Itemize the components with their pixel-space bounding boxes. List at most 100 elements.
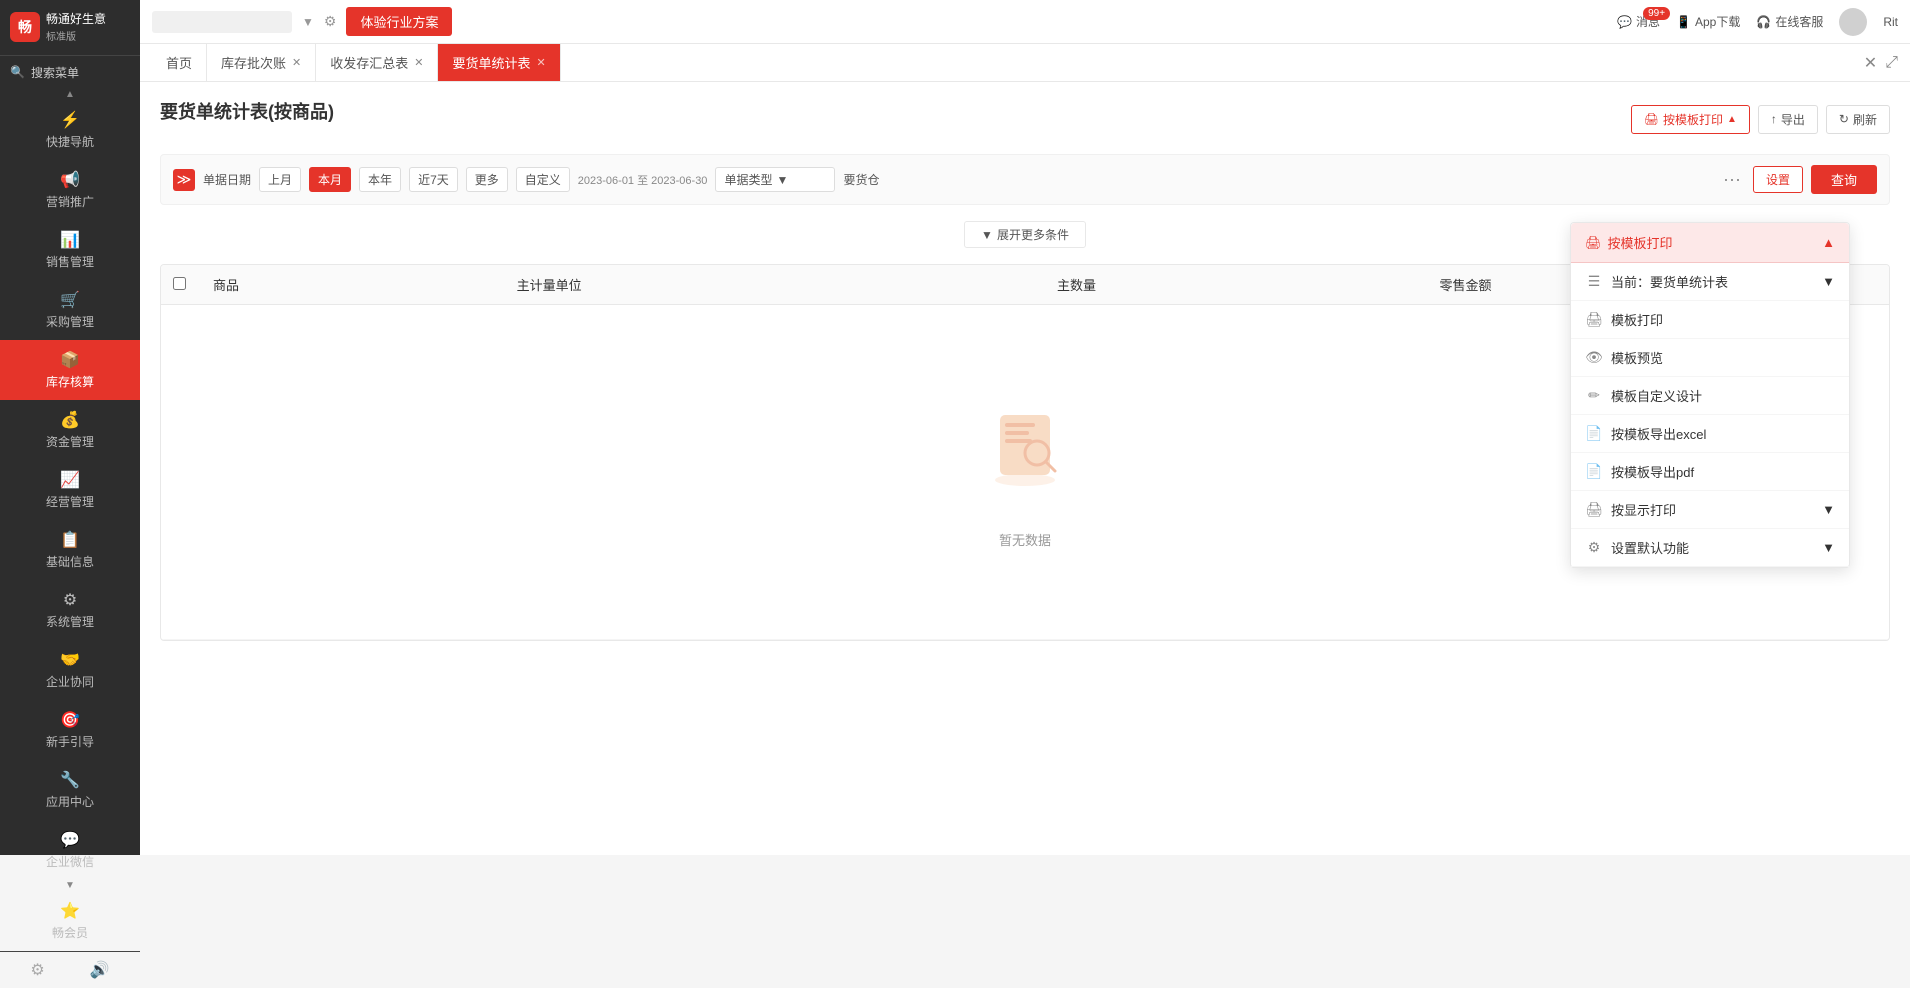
- type-filter-select[interactable]: 单据类型 ▼: [715, 167, 835, 192]
- topbar-gear-icon[interactable]: ⚙: [324, 13, 337, 30]
- date-btn-7days[interactable]: 近7天: [409, 167, 458, 192]
- search-icon: 🔍: [10, 65, 25, 79]
- query-button[interactable]: 查询: [1811, 165, 1877, 194]
- dropdown-item-default-func[interactable]: ⚙ 设置默认功能 ▼: [1571, 529, 1849, 567]
- col-quantity: 主数量: [1045, 265, 1428, 305]
- sidebar-item-purchase[interactable]: 🛒 采购管理: [0, 280, 140, 340]
- tab-inventory-batch-close[interactable]: ✕: [292, 56, 301, 69]
- sidebar-item-inventory[interactable]: 📦 库存核算: [0, 340, 140, 400]
- sidebar-item-basic[interactable]: 📋 基础信息: [0, 520, 140, 580]
- tab-receipt-summary-close[interactable]: ✕: [414, 56, 423, 69]
- sidebar-item-collab[interactable]: 🤝 企业协同: [0, 640, 140, 700]
- sidebar-item-system[interactable]: ⚙ 系统管理: [0, 580, 140, 640]
- app-download-link[interactable]: 📱 App下载: [1676, 13, 1740, 30]
- date-btn-this-month[interactable]: 本月: [309, 167, 351, 192]
- collab-icon: 🤝: [60, 650, 80, 670]
- trial-button[interactable]: 体验行业方案: [346, 7, 452, 36]
- tab-receipt-summary-label: 收发存汇总表: [330, 53, 408, 72]
- sidebar-item-guide-label: 新手引导: [46, 733, 94, 750]
- dropdown-item-template-design[interactable]: ✏ 模板自定义设计: [1571, 377, 1849, 415]
- basic-icon: 📋: [60, 530, 80, 550]
- sidebar-item-quicknav[interactable]: ⚡ 快捷导航: [0, 100, 140, 160]
- dropdown-item-export-excel[interactable]: 📄 按模板导出excel: [1571, 415, 1849, 453]
- col-checkbox: [161, 265, 201, 305]
- sidebar-item-wechat[interactable]: 💬 企业微信: [0, 820, 140, 880]
- more-actions-icon[interactable]: ···: [1719, 169, 1745, 190]
- sidebar-scroll-up[interactable]: ▲: [0, 89, 140, 100]
- dropdown-current-item[interactable]: ☰ 当前：要货单统计表 ▼: [1571, 263, 1849, 301]
- template-design-label: 模板自定义设计: [1611, 386, 1702, 405]
- print-template-button[interactable]: 🖨 按模板打印 ▲: [1631, 105, 1750, 134]
- online-service-link[interactable]: 🎧 在线客服: [1756, 13, 1823, 30]
- message-icon: 💬: [1617, 15, 1632, 29]
- sidebar-item-guide[interactable]: 🎯 新手引导: [0, 700, 140, 760]
- sidebar-item-member[interactable]: ⭐ 畅会员: [0, 891, 140, 951]
- settings-button[interactable]: 设置: [1753, 166, 1803, 193]
- sidebar-item-operation[interactable]: 📈 经营管理: [0, 460, 140, 520]
- message-button[interactable]: 💬 消息 99+: [1617, 13, 1660, 30]
- sidebar-item-apps[interactable]: 🔧 应用中心: [0, 760, 140, 820]
- date-btn-custom[interactable]: 自定义: [516, 167, 570, 192]
- filter-expand-button[interactable]: ≫: [173, 169, 195, 191]
- dropdown-item-template-print[interactable]: 🖨 模板打印: [1571, 301, 1849, 339]
- sidebar-footer: ⚙ 🔊: [0, 951, 140, 988]
- tab-order-summary-close[interactable]: ✕: [537, 56, 546, 69]
- print-dropdown-arrow: ▲: [1727, 114, 1737, 125]
- dropdown-header-actions: ▲: [1822, 235, 1835, 250]
- sidebar-item-finance-label: 资金管理: [46, 433, 94, 450]
- topbar: ▼ ⚙ 体验行业方案 💬 消息 99+ 📱 App下载 🎧 在线客服 Rit: [140, 0, 1910, 44]
- tab-order-summary[interactable]: 要货单统计表 ✕: [438, 44, 560, 81]
- user-avatar[interactable]: [1839, 8, 1867, 36]
- tabbar-actions: ✕ ⤢: [1864, 53, 1898, 73]
- expand-more-label: 展开更多条件: [997, 226, 1069, 243]
- dropdown-collapse-icon[interactable]: ▲: [1822, 235, 1835, 250]
- export-button[interactable]: ↑ 导出: [1758, 105, 1818, 134]
- empty-illustration: [975, 395, 1075, 514]
- sidebar-item-finance[interactable]: 💰 资金管理: [0, 400, 140, 460]
- dropdown-item-template-preview[interactable]: 👁 模板预览: [1571, 339, 1849, 377]
- app-download-label: App下载: [1695, 13, 1740, 30]
- sidebar-item-collab-label: 企业协同: [46, 673, 94, 690]
- dropdown-current-label: 当前：要货单统计表: [1611, 272, 1728, 291]
- date-btn-more[interactable]: 更多: [466, 167, 508, 192]
- sidebar-search[interactable]: 🔍 搜索菜单: [0, 56, 140, 89]
- template-design-icon: ✏: [1585, 387, 1603, 404]
- tab-inventory-batch[interactable]: 库存批次账 ✕: [207, 44, 316, 81]
- tab-receipt-summary[interactable]: 收发存汇总表 ✕: [316, 44, 438, 81]
- date-btn-this-year[interactable]: 本年: [359, 167, 401, 192]
- sidebar-search-label: 搜索菜单: [31, 64, 79, 81]
- quicknav-icon: ⚡: [60, 110, 80, 130]
- export-btn-label: 导出: [1781, 111, 1805, 128]
- settings-footer-icon[interactable]: ⚙: [30, 960, 44, 980]
- dropdown-item-export-pdf[interactable]: 📄 按模板导出pdf: [1571, 453, 1849, 491]
- sound-footer-icon[interactable]: 🔊: [90, 960, 110, 980]
- date-btn-last-month[interactable]: 上月: [259, 167, 301, 192]
- refresh-icon: ↻: [1839, 112, 1849, 126]
- dropdown-item-display-print[interactable]: 🖨 按显示打印 ▼: [1571, 491, 1849, 529]
- refresh-button[interactable]: ↻ 刷新: [1826, 105, 1890, 134]
- topbar-search-input[interactable]: [152, 11, 292, 33]
- message-badge: 99+: [1643, 7, 1670, 20]
- expand-more-button[interactable]: ▼ 展开更多条件: [964, 221, 1086, 248]
- expand-down-icon: ▼: [981, 228, 993, 242]
- sidebar-item-basic-label: 基础信息: [46, 553, 94, 570]
- print-dropdown-menu: 🖨 按模板打印 ▲ ☰ 当前：要货单统计表 ▼ 🖨 模板打印 👁: [1570, 222, 1850, 568]
- display-print-left: 🖨 按显示打印: [1585, 500, 1676, 519]
- purchase-icon: 🛒: [60, 290, 80, 310]
- app-download-icon: 📱: [1676, 15, 1691, 29]
- tab-home[interactable]: 首页: [152, 44, 207, 81]
- sidebar-item-sales[interactable]: 📊 销售管理: [0, 220, 140, 280]
- tab-close-all-icon[interactable]: ✕: [1864, 53, 1877, 73]
- empty-text: 暂无数据: [999, 530, 1051, 549]
- topbar-dropdown-arrow[interactable]: ▼: [302, 15, 314, 29]
- tab-home-label: 首页: [166, 53, 192, 72]
- sidebar-item-marketing[interactable]: 📢 营销推广: [0, 160, 140, 220]
- print-btn-label: 按模板打印: [1663, 111, 1723, 128]
- sidebar-item-system-label: 系统管理: [46, 613, 94, 630]
- system-icon: ⚙: [63, 590, 77, 610]
- content-area: 要货单统计表(按商品) 🖨 按模板打印 ▲ ↑ 导出 ↻ 刷新: [140, 82, 1910, 855]
- select-all-checkbox[interactable]: [173, 277, 186, 290]
- export-excel-icon: 📄: [1585, 425, 1603, 442]
- tab-maximize-icon[interactable]: ⤢: [1885, 54, 1898, 72]
- sidebar-scroll-down[interactable]: ▼: [0, 880, 140, 891]
